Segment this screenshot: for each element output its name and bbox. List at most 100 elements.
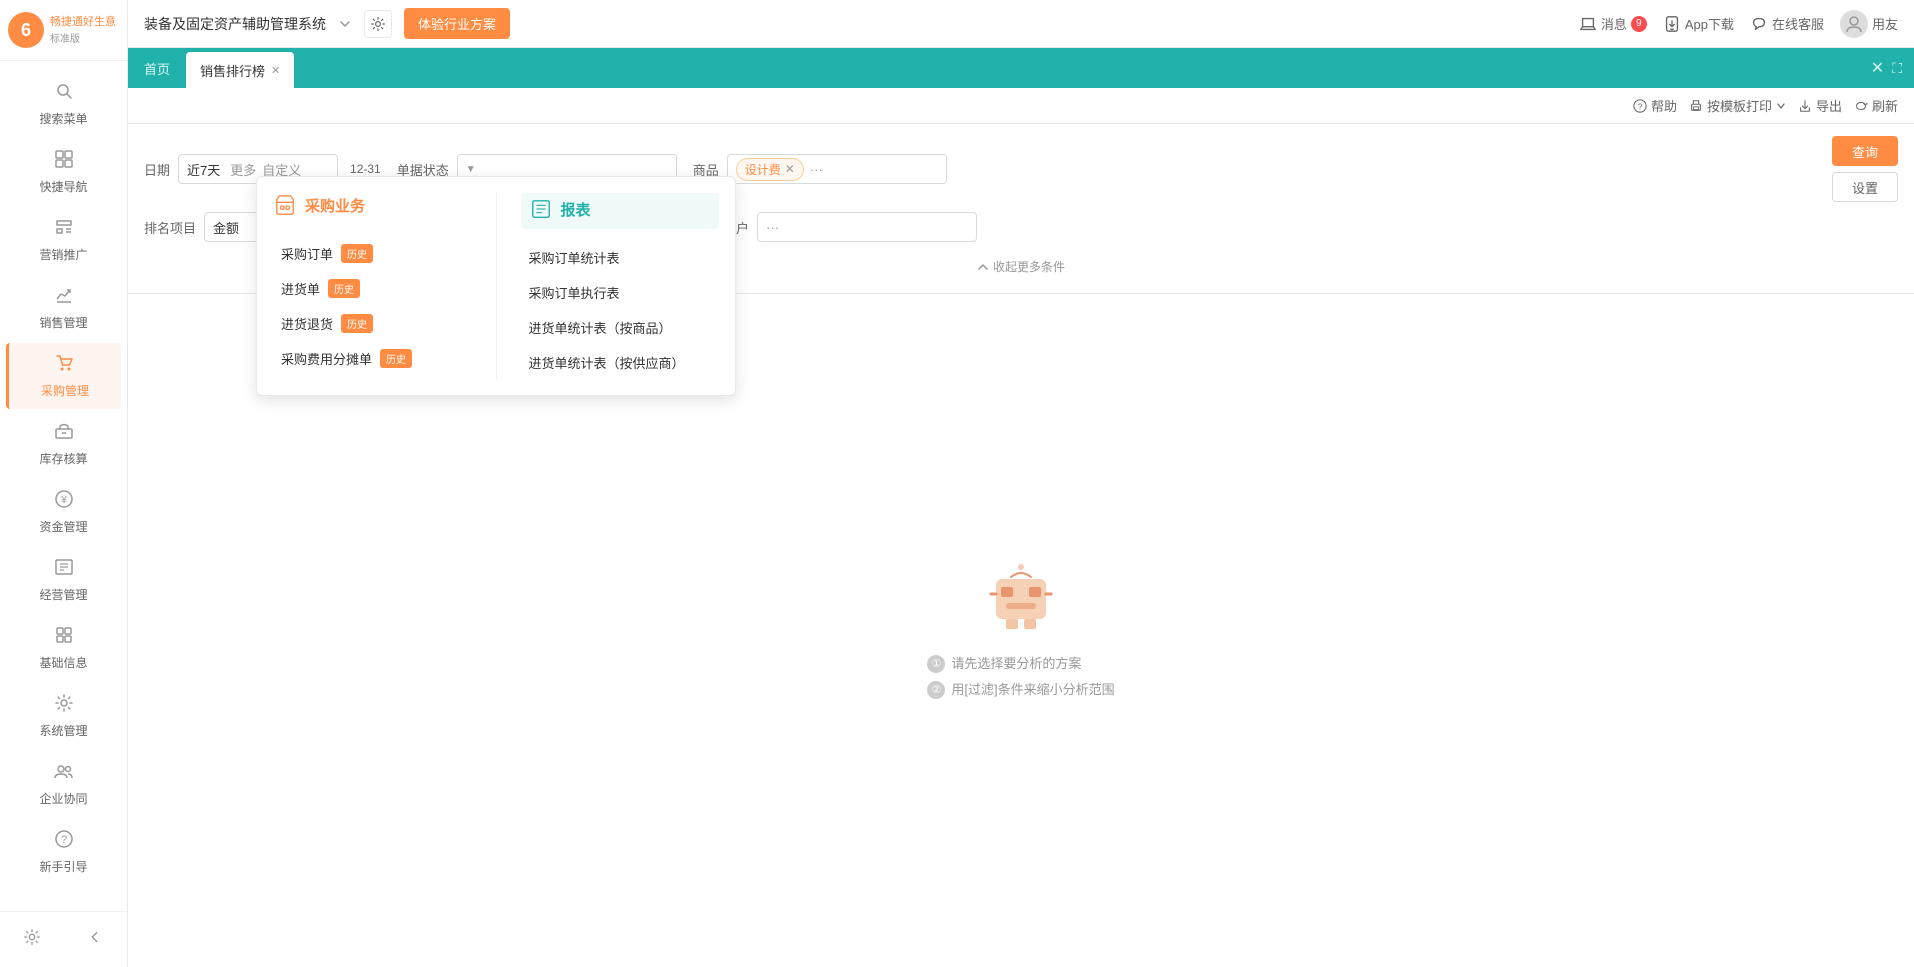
logo-area: 6 畅捷通好生意 标准版 [0,0,127,61]
stock-stats-goods-label: 进货单统计表（按商品） [529,318,672,337]
sidebar-item-purchase[interactable]: 采购管理 [6,343,121,409]
sidebar-item-guide[interactable]: ? 新手引导 [6,819,121,885]
stock-return-badge: 历史 [341,314,373,333]
enterprise-icon [54,761,74,786]
sidebar-item-quick-nav[interactable]: 快捷导航 [6,139,121,205]
sidebar-label-guide: 新手引导 [39,858,87,875]
tab-home[interactable]: 首页 [128,48,186,88]
messages-label: 消息 [1601,14,1627,33]
purchase-section-icon [273,193,297,217]
sidebar-item-system[interactable]: 系统管理 [6,683,121,749]
purchase-menu-section: 采购业务 采购订单 历史 进货单 历史 进货退货 历史 [273,193,472,379]
header: 装备及固定资产辅助管理系统 体验行业方案 消息 9 App下载 [128,0,1914,48]
system-icon [54,693,74,718]
tab-close-btn[interactable]: ✕ [271,64,280,77]
purchase-order-item[interactable]: 采购订单 历史 [273,237,472,270]
sidebar-collapse-btn[interactable] [78,924,112,955]
tab-sales-rank-label: 销售排行榜 [200,61,265,80]
quick-nav-icon [54,149,74,174]
tab-sales-rank[interactable]: 销售排行榜 ✕ [186,52,294,88]
sidebar-nav: 搜索菜单 快捷导航 营销推广 销售管理 [0,61,127,911]
content-area: ? 帮助 按模板打印 导出 刷新 [128,88,1914,967]
app-name: 畅捷通好生意 [50,15,116,30]
online-service-btn[interactable]: 在线客服 [1750,14,1824,33]
purchase-order-label: 采购订单 [281,244,333,263]
logo-icon: 6 [8,12,44,48]
system-title: 装备及固定资产辅助管理系统 [144,14,326,34]
purchase-order-exec-label: 采购订单执行表 [529,283,620,302]
tab-expand-btn[interactable]: ⛶ [1892,60,1902,77]
purchase-icon [55,353,75,378]
sidebar-item-sales[interactable]: 销售管理 [6,275,121,341]
user-profile-btn[interactable]: 用友 [1840,10,1898,38]
tab-close-window-btn[interactable]: ✕ [1871,58,1884,78]
report-menu-section: 报表 采购订单统计表 采购订单执行表 进货单统计表（按商品） [521,193,720,379]
purchase-order-exec-item[interactable]: 采购订单执行表 [521,276,720,309]
header-settings-btn[interactable] [364,10,392,38]
sidebar-label-finance: 资金管理 [39,518,87,535]
sidebar-label-marketing: 营销推广 [39,246,87,263]
sidebar-label-purchase: 采购管理 [41,382,89,399]
sidebar-label-basic-info: 基础信息 [39,654,87,671]
purchase-expense-item[interactable]: 采购费用分摊单 历史 [273,342,472,375]
stock-return-item[interactable]: 进货退货 历史 [273,307,472,340]
messages-btn[interactable]: 消息 9 [1579,14,1647,33]
user-label: 用友 [1872,14,1898,33]
sidebar-item-operations[interactable]: 经营管理 [6,547,121,613]
report-section-label: 报表 [561,199,591,220]
sidebar-item-enterprise[interactable]: 企业协同 [6,751,121,817]
search-menu-icon [54,81,74,106]
purchase-section-label: 采购业务 [305,195,365,216]
report-section-icon [529,197,553,221]
tab-window-controls: ✕ ⛶ [1871,58,1914,78]
sidebar-label-search: 搜索菜单 [39,110,87,127]
tab-home-label: 首页 [144,59,170,78]
stock-stats-supplier-item[interactable]: 进货单统计表（按供应商） [521,346,720,379]
logo-text-area: 畅捷通好生意 标准版 [50,15,116,45]
sidebar: 6 畅捷通好生意 标准版 搜索菜单 快捷导航 [0,0,128,967]
marketing-icon [54,217,74,242]
sidebar-item-search[interactable]: 搜索菜单 [6,71,121,137]
inventory-icon [54,421,74,446]
report-menu-items: 采购订单统计表 采购订单执行表 进货单统计表（按商品） 进货单统计表（按供应商） [521,241,720,379]
messages-badge: 9 [1631,16,1647,32]
stock-in-item[interactable]: 进货单 历史 [273,272,472,305]
app-download-label: App下载 [1685,14,1734,33]
svg-text:¥: ¥ [60,495,67,506]
basic-info-icon [54,625,74,650]
purchase-menu-items: 采购订单 历史 进货单 历史 进货退货 历史 采购费用分摊单 [273,237,472,375]
sidebar-settings-btn[interactable] [15,924,49,955]
stock-in-label: 进货单 [281,279,320,298]
system-dropdown[interactable] [338,17,352,31]
sales-icon [54,285,74,310]
industry-solution-btn[interactable]: 体验行业方案 [404,8,510,39]
svg-text:?: ? [60,834,66,846]
stock-return-label: 进货退货 [281,314,333,333]
operations-icon [54,557,74,582]
purchase-dropdown-menu: 采购业务 采购订单 历史 进货单 历史 进货退货 历史 [256,176,736,396]
guide-icon: ? [54,829,74,854]
stock-in-badge: 历史 [328,279,360,298]
header-right: 消息 9 App下载 在线客服 用友 [1579,10,1898,38]
purchase-order-stats-label: 采购订单统计表 [529,248,620,267]
purchase-order-stats-item[interactable]: 采购订单统计表 [521,241,720,274]
purchase-order-badge: 历史 [341,244,373,263]
online-service-label: 在线客服 [1772,14,1824,33]
sidebar-label-sales: 销售管理 [39,314,87,331]
sidebar-bottom [0,911,127,967]
menu-divider [496,193,497,379]
sidebar-label-system: 系统管理 [39,722,87,739]
stock-stats-goods-item[interactable]: 进货单统计表（按商品） [521,311,720,344]
sidebar-item-finance[interactable]: ¥ 资金管理 [6,479,121,545]
sidebar-item-marketing[interactable]: 营销推广 [6,207,121,273]
sidebar-item-basic-info[interactable]: 基础信息 [6,615,121,681]
app-download-btn[interactable]: App下载 [1663,14,1734,33]
purchase-expense-badge: 历史 [380,349,412,368]
main-area: 装备及固定资产辅助管理系统 体验行业方案 消息 9 App下载 [128,0,1914,967]
purchase-expense-label: 采购费用分摊单 [281,349,372,368]
sidebar-label-quick-nav: 快捷导航 [39,178,87,195]
purchase-section-title: 采购业务 [273,193,472,225]
sidebar-item-inventory[interactable]: 库存核算 [6,411,121,477]
user-avatar [1840,10,1868,38]
sidebar-label-inventory: 库存核算 [39,450,87,467]
